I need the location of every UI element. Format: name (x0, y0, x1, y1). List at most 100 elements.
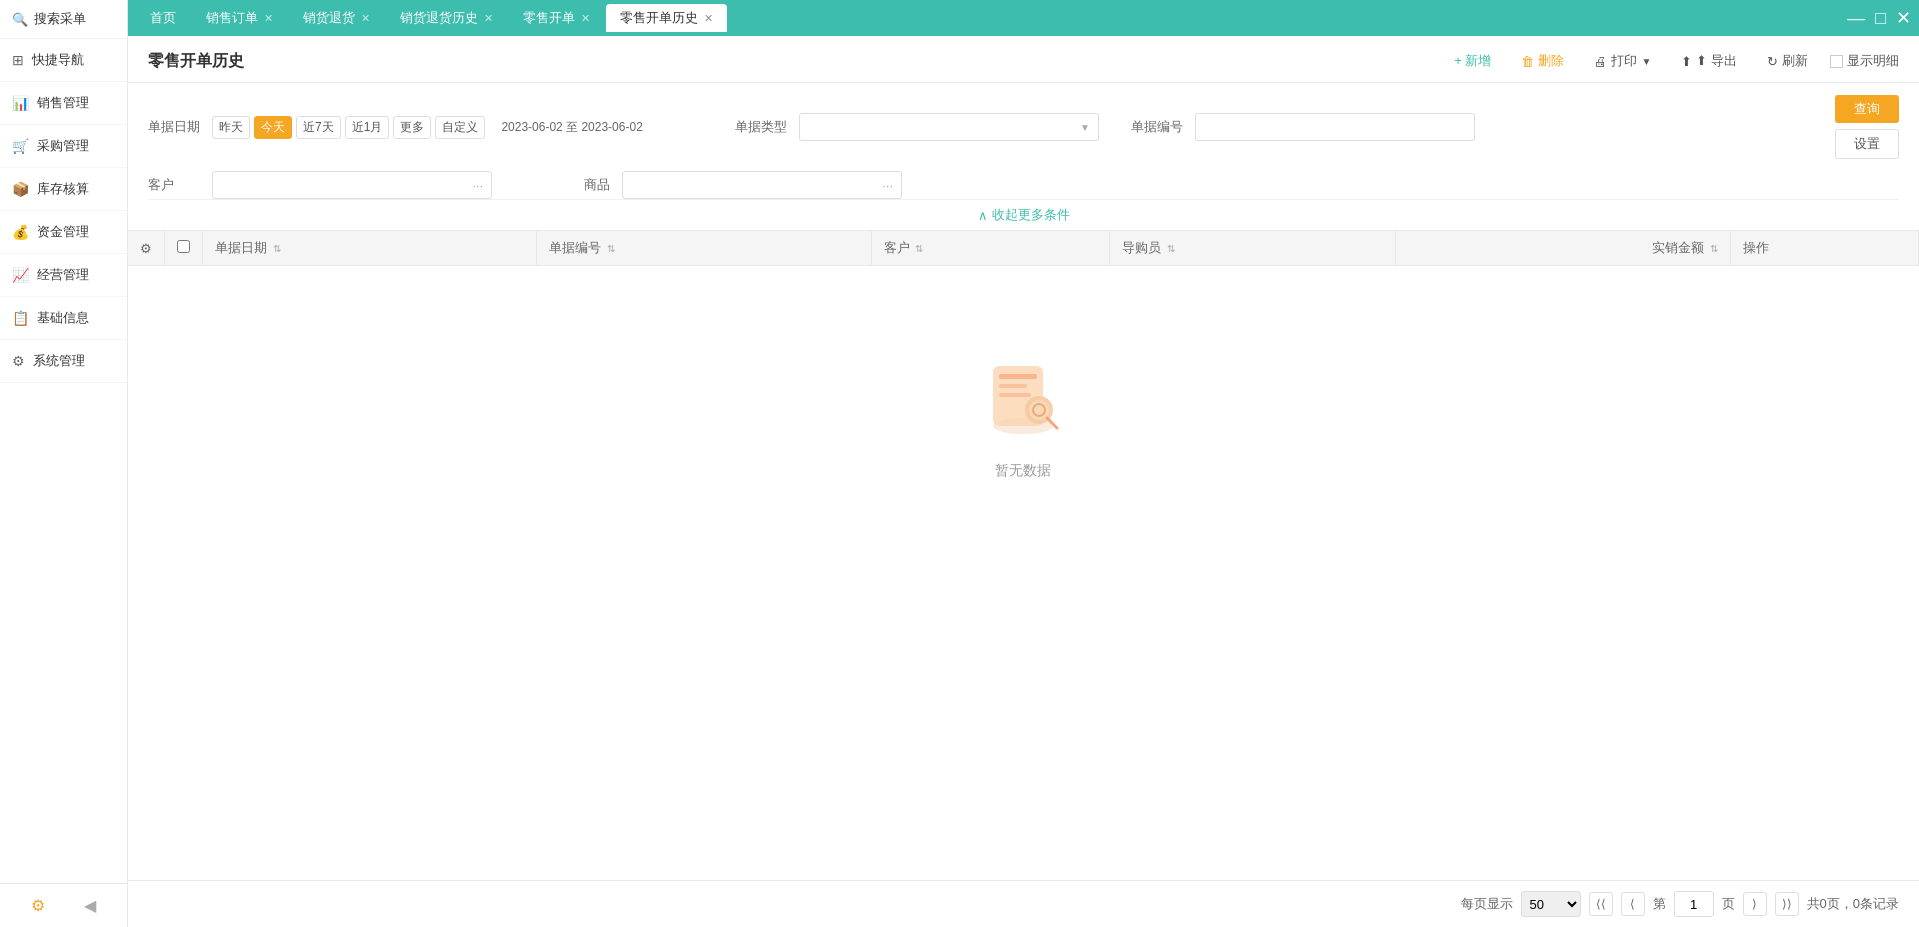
print-button[interactable]: 🖨 打印 ▼ (1586, 48, 1659, 74)
sidebar-search-label: 搜索采单 (34, 10, 86, 28)
action-buttons: 查询 设置 (1835, 95, 1899, 159)
th-doc-date[interactable]: 单据日期 ⇅ (203, 231, 537, 266)
svg-rect-3 (999, 384, 1027, 388)
collapse-up-icon: ∧ (978, 208, 988, 223)
last-page-btn[interactable]: ⟩⟩ (1775, 892, 1799, 916)
th-guide[interactable]: 导购员 ⇅ (1110, 231, 1396, 266)
window-close-btn[interactable]: ✕ (1896, 7, 1911, 29)
tab-retail-open-close[interactable]: ✕ (581, 12, 590, 25)
window-maximize-btn[interactable]: □ (1875, 8, 1886, 29)
sidebar-item-base-info[interactable]: 📋 基础信息 (0, 297, 127, 340)
th-doc-no-label: 单据编号 (549, 240, 601, 255)
tab-home-label: 首页 (150, 9, 176, 27)
sidebar-item-label: 基础信息 (37, 309, 89, 327)
print-icon: 🖨 (1594, 54, 1607, 69)
tab-bar: 首页 销售订单 ✕ 销货退货 ✕ 销货退货历史 ✕ 零售开单 ✕ 零售开单历史 … (128, 0, 1919, 36)
delete-button[interactable]: 🗑 删除 (1513, 48, 1572, 74)
tab-home[interactable]: 首页 (136, 4, 190, 32)
th-actual-amount[interactable]: 实销金额 ⇅ (1396, 231, 1730, 266)
doc-no-label: 单据编号 (1131, 118, 1183, 136)
date-btn-custom[interactable]: 自定义 (435, 116, 485, 139)
sidebar-item-operations[interactable]: 📈 经营管理 (0, 254, 127, 297)
tab-sales-return-label: 销货退货 (303, 9, 355, 27)
doc-type-chevron-icon: ▼ (1080, 122, 1090, 133)
sort-doc-date-icon: ⇅ (273, 243, 281, 254)
sidebar-item-purchase-mgmt[interactable]: 🛒 采购管理 (0, 125, 127, 168)
show-detail-toggle[interactable]: 显示明细 (1830, 52, 1899, 70)
add-label: + 新增 (1454, 52, 1491, 70)
finance-icon: 💰 (12, 224, 29, 240)
filter-collapse-btn[interactable]: ∧ 收起更多条件 (148, 199, 1899, 230)
query-button[interactable]: 查询 (1835, 95, 1899, 123)
export-label: ⬆ 导出 (1696, 52, 1737, 70)
tab-retail-open-history-close[interactable]: ✕ (704, 12, 713, 25)
filter-area: 单据日期 昨天 今天 近7天 近1月 更多 自定义 2023-06-02 至 2… (128, 83, 1919, 231)
settings-icon[interactable]: ⚙ (31, 896, 45, 915)
collapse-label: 收起更多条件 (992, 206, 1070, 224)
tab-sales-order-close[interactable]: ✕ (264, 12, 273, 25)
tab-sales-order[interactable]: 销售订单 ✕ (192, 4, 287, 32)
goods-select[interactable]: ··· (622, 171, 902, 199)
window-minimize-btn[interactable]: — (1847, 8, 1865, 29)
data-table: ⚙ 单据日期 ⇅ 单据编号 ⇅ (128, 231, 1919, 560)
export-button[interactable]: ⬆ ⬆ 导出 (1673, 48, 1745, 74)
tab-sales-return-history-close[interactable]: ✕ (484, 12, 493, 25)
show-detail-checkbox[interactable] (1830, 55, 1843, 68)
refresh-button[interactable]: ↻ 刷新 (1759, 48, 1816, 74)
doc-no-input[interactable] (1195, 113, 1475, 141)
filter-settings-button[interactable]: 设置 (1835, 129, 1899, 159)
date-buttons: 昨天 今天 近7天 近1月 更多 自定义 (212, 116, 485, 139)
date-btn-more[interactable]: 更多 (393, 116, 431, 139)
th-checkbox (165, 231, 203, 266)
date-btn-today[interactable]: 今天 (254, 116, 292, 139)
th-doc-no[interactable]: 单据编号 ⇅ (537, 231, 871, 266)
show-detail-label: 显示明细 (1847, 52, 1899, 70)
filter-row-2: 客户 ··· 商品 ··· (148, 171, 1899, 199)
date-btn-yesterday[interactable]: 昨天 (212, 116, 250, 139)
customer-dots[interactable]: ··· (472, 178, 483, 193)
sidebar-item-label: 系统管理 (33, 352, 85, 370)
print-label: 打印 (1611, 52, 1637, 70)
next-page-btn[interactable]: ⟩ (1743, 892, 1767, 916)
th-customer[interactable]: 客户 ⇅ (871, 231, 1109, 266)
sort-guide-icon: ⇅ (1167, 243, 1175, 254)
sidebar-item-sys-mgmt[interactable]: ⚙ 系统管理 (0, 340, 127, 383)
date-btn-week7[interactable]: 近7天 (296, 116, 341, 139)
column-settings-icon[interactable]: ⚙ (140, 241, 152, 256)
tab-sales-return-history-label: 销货退货历史 (400, 9, 478, 27)
page-header: 零售开单历史 + 新增 🗑 删除 🖨 打印 ▼ ⬆ ⬆ 导出 (128, 36, 1919, 83)
tab-sales-return-close[interactable]: ✕ (361, 12, 370, 25)
sidebar-item-quick-nav[interactable]: ⊞ 快捷导航 (0, 39, 127, 82)
date-btn-month1[interactable]: 近1月 (345, 116, 390, 139)
th-actions: 操作 (1730, 231, 1918, 266)
first-page-btn[interactable]: ⟨⟨ (1589, 892, 1613, 916)
sidebar-item-inventory[interactable]: 📦 库存核算 (0, 168, 127, 211)
select-all-checkbox[interactable] (177, 240, 190, 253)
toolbar: + 新增 🗑 删除 🖨 打印 ▼ ⬆ ⬆ 导出 ↻ 刷新 (1446, 48, 1899, 74)
current-page-input[interactable]: 1 (1674, 891, 1714, 917)
tab-retail-open-history[interactable]: 零售开单历史 ✕ (606, 4, 727, 32)
export-icon: ⬆ (1681, 54, 1692, 69)
print-chevron-icon: ▼ (1641, 56, 1651, 67)
collapse-sidebar-icon[interactable]: ◀ (84, 896, 96, 915)
doc-type-select[interactable]: ▼ (799, 113, 1099, 141)
sidebar-item-sales-mgmt[interactable]: 📊 销售管理 (0, 82, 127, 125)
svg-rect-4 (999, 393, 1031, 397)
tab-sales-return-history[interactable]: 销货退货历史 ✕ (386, 4, 507, 32)
tab-sales-return[interactable]: 销货退货 ✕ (289, 4, 384, 32)
page-size-select[interactable]: 10 20 50 100 (1521, 891, 1581, 917)
tab-retail-open[interactable]: 零售开单 ✕ (509, 4, 604, 32)
sidebar-search[interactable]: 🔍 搜索采单 (0, 0, 127, 39)
refresh-label: 刷新 (1782, 52, 1808, 70)
empty-state: 暂无数据 (128, 266, 1919, 560)
page-label: 第 (1653, 895, 1666, 913)
sidebar-item-finance[interactable]: 💰 资金管理 (0, 211, 127, 254)
prev-page-btn[interactable]: ⟨ (1621, 892, 1645, 916)
filter-row-1: 单据日期 昨天 今天 近7天 近1月 更多 自定义 2023-06-02 至 2… (148, 95, 1899, 159)
add-button[interactable]: + 新增 (1446, 48, 1499, 74)
th-gear[interactable]: ⚙ (128, 231, 165, 266)
sys-mgmt-icon: ⚙ (12, 353, 25, 369)
customer-select[interactable]: ··· (212, 171, 492, 199)
goods-dots[interactable]: ··· (882, 178, 893, 193)
total-info: 共0页，0条记录 (1807, 895, 1899, 913)
